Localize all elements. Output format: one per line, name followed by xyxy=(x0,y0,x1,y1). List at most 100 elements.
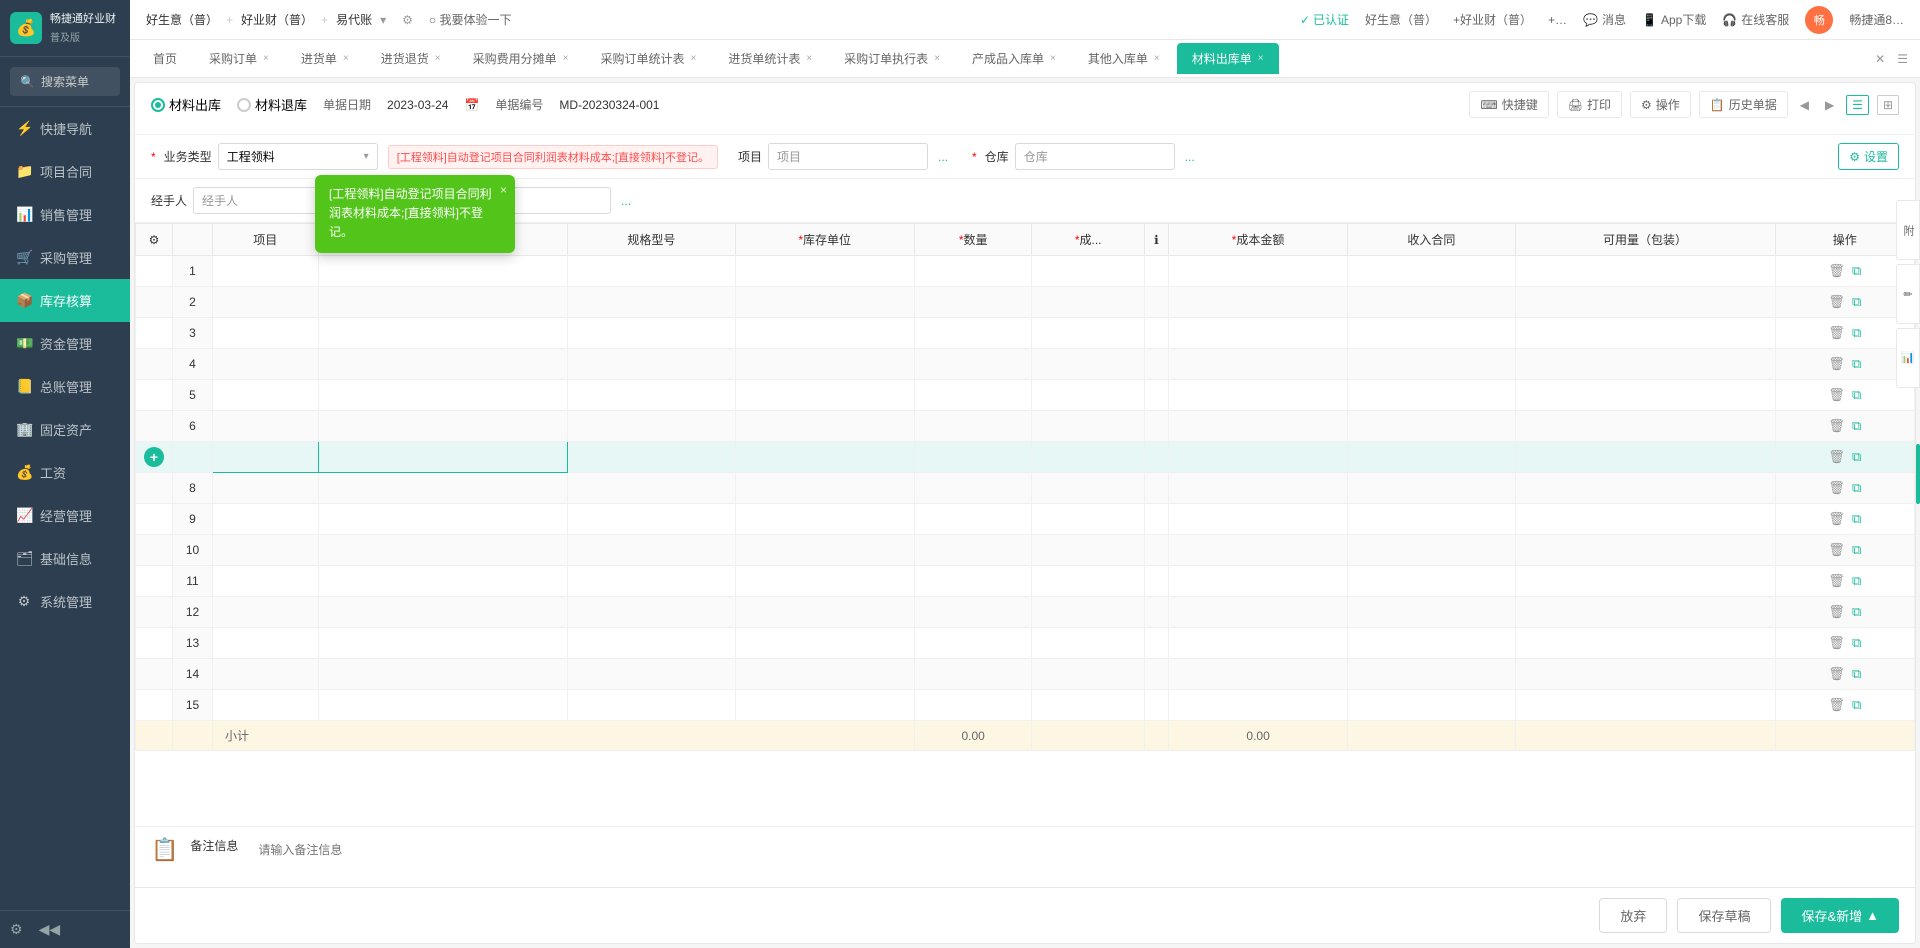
td-material-12[interactable] xyxy=(318,597,568,628)
td-project-13[interactable] xyxy=(213,628,319,659)
td-material-2[interactable] xyxy=(318,287,568,318)
add-row-button[interactable]: + xyxy=(144,447,164,467)
experience-link[interactable]: ○ 我要体验一下 xyxy=(429,11,512,28)
td-income-6[interactable] xyxy=(1348,411,1515,442)
td-unit-2[interactable] xyxy=(735,287,914,318)
td-project-1[interactable] xyxy=(213,256,319,287)
td-material-14[interactable] xyxy=(318,659,568,690)
delete-row-7-btn[interactable]: 🗑 xyxy=(1826,447,1847,467)
nav-good-finance[interactable]: 好业财（普） xyxy=(241,11,313,28)
copy-row-6-btn[interactable]: ⧉ xyxy=(1850,416,1863,436)
td-material-11[interactable] xyxy=(318,566,568,597)
td-cost-amount-4[interactable] xyxy=(1168,349,1347,380)
td-cost-amount-11[interactable] xyxy=(1168,566,1347,597)
td-available-2[interactable] xyxy=(1515,287,1775,318)
td-cost-price-5[interactable] xyxy=(1032,380,1144,411)
td-material-8[interactable] xyxy=(318,473,568,504)
th-unit[interactable]: *库存单位 xyxy=(735,224,914,256)
save-new-button[interactable]: 保存&新增 ▲ xyxy=(1781,898,1899,933)
delete-row-3-btn[interactable]: 🗑 xyxy=(1826,323,1847,343)
td-spec-11[interactable] xyxy=(568,566,735,597)
sidebar-item-system[interactable]: ⚙ 系统管理 xyxy=(0,580,130,623)
td-cost-price-8[interactable] xyxy=(1032,473,1144,504)
td-available-11[interactable] xyxy=(1515,566,1775,597)
app-download-btn[interactable]: 📱 App下载 xyxy=(1642,11,1706,28)
th-cost-amount[interactable]: *成本金额 xyxy=(1168,224,1347,256)
td-cost-amount-14[interactable] xyxy=(1168,659,1347,690)
business-type-select[interactable]: 工程领料 ▾ xyxy=(218,143,378,170)
td-unit-3[interactable] xyxy=(735,318,914,349)
td-qty-13[interactable] xyxy=(914,628,1032,659)
td-cost-amount-13[interactable] xyxy=(1168,628,1347,659)
print-btn[interactable]: 🖨 打印 xyxy=(1557,91,1622,118)
td-available-3[interactable] xyxy=(1515,318,1775,349)
copy-row-1-btn[interactable]: ⧉ xyxy=(1850,261,1863,281)
td-spec-14[interactable] xyxy=(568,659,735,690)
td-material-4[interactable] xyxy=(318,349,568,380)
td-spec-6[interactable] xyxy=(568,411,735,442)
td-cost-amount-8[interactable] xyxy=(1168,473,1347,504)
td-income-14[interactable] xyxy=(1348,659,1515,690)
settings-icon[interactable]: ⚙ xyxy=(402,13,413,27)
copy-row-5-btn[interactable]: ⧉ xyxy=(1850,385,1863,405)
tab-purchase-expense[interactable]: 采购费用分摊单 × xyxy=(458,43,584,74)
td-qty-1[interactable] xyxy=(914,256,1032,287)
warehouse-ellipsis[interactable]: ... xyxy=(1181,148,1199,166)
copy-row-12-btn[interactable]: ⧉ xyxy=(1850,602,1863,622)
delete-row-15-btn[interactable]: 🗑 xyxy=(1826,695,1847,715)
chart-tool-btn[interactable]: 📊 xyxy=(1896,328,1920,388)
nav-prev-icon[interactable]: ◀ xyxy=(1796,96,1813,114)
td-cost-price-7[interactable] xyxy=(1032,442,1144,473)
tab-stock-in-stat-close[interactable]: × xyxy=(806,53,812,64)
attachment-tool-btn[interactable]: 附 xyxy=(1896,200,1920,260)
nav-good-biz2[interactable]: 好生意（普） xyxy=(1365,11,1437,28)
td-unit-10[interactable] xyxy=(735,535,914,566)
warehouse-select[interactable]: 仓库 xyxy=(1015,143,1175,170)
td-material-5[interactable] xyxy=(318,380,568,411)
delete-row-2-btn[interactable]: 🗑 xyxy=(1826,292,1847,312)
td-spec-15[interactable] xyxy=(568,690,735,721)
td-income-15[interactable] xyxy=(1348,690,1515,721)
tab-stock-in-return-close[interactable]: × xyxy=(435,53,441,64)
td-material-3[interactable] xyxy=(318,318,568,349)
delete-row-12-btn[interactable]: 🗑 xyxy=(1826,602,1847,622)
td-income-3[interactable] xyxy=(1348,318,1515,349)
td-cost-price-15[interactable] xyxy=(1032,690,1144,721)
td-material-10[interactable] xyxy=(318,535,568,566)
sidebar-item-finance[interactable]: 💵 资金管理 xyxy=(0,322,130,365)
history-btn[interactable]: 📋 历史单据 xyxy=(1699,91,1788,118)
td-project-11[interactable] xyxy=(213,566,319,597)
th-cost-info[interactable]: ℹ xyxy=(1144,224,1168,256)
td-material-13[interactable] xyxy=(318,628,568,659)
copy-row-8-btn[interactable]: ⧉ xyxy=(1850,478,1863,498)
tab-purchase-exec-close[interactable]: × xyxy=(934,53,940,64)
tooltip-close-btn[interactable]: × xyxy=(500,181,507,200)
td-income-2[interactable] xyxy=(1348,287,1515,318)
td-available-9[interactable] xyxy=(1515,504,1775,535)
td-unit-8[interactable] xyxy=(735,473,914,504)
td-unit-6[interactable] xyxy=(735,411,914,442)
td-project-2[interactable] xyxy=(213,287,319,318)
td-income-12[interactable] xyxy=(1348,597,1515,628)
tab-stock-in-close[interactable]: × xyxy=(343,53,349,64)
tab-home[interactable]: 首页 xyxy=(138,43,192,74)
td-cost-amount-6[interactable] xyxy=(1168,411,1347,442)
td-spec-4[interactable] xyxy=(568,349,735,380)
td-qty-5[interactable] xyxy=(914,380,1032,411)
td-available-5[interactable] xyxy=(1515,380,1775,411)
td-spec-5[interactable] xyxy=(568,380,735,411)
td-spec-9[interactable] xyxy=(568,504,735,535)
notes-input[interactable] xyxy=(258,837,1899,877)
tab-close-btn[interactable]: ✕ xyxy=(1871,48,1889,70)
material-out-radio[interactable]: 材料出库 xyxy=(151,95,221,114)
form-settings-btn[interactable]: ⚙ 设置 xyxy=(1838,143,1899,170)
tab-purchase-order-close[interactable]: × xyxy=(263,53,269,64)
td-income-1[interactable] xyxy=(1348,256,1515,287)
delete-row-1-btn[interactable]: 🗑 xyxy=(1826,261,1847,281)
td-qty-4[interactable] xyxy=(914,349,1032,380)
delete-row-8-btn[interactable]: 🗑 xyxy=(1826,478,1847,498)
search-menu-button[interactable]: 🔍 搜索菜单 xyxy=(10,67,120,96)
tab-stock-in-return[interactable]: 进货退货 × xyxy=(366,43,456,74)
operations-btn[interactable]: ⚙ 操作 xyxy=(1630,91,1691,118)
sidebar-item-basic[interactable]: 🗂 基础信息 xyxy=(0,537,130,580)
